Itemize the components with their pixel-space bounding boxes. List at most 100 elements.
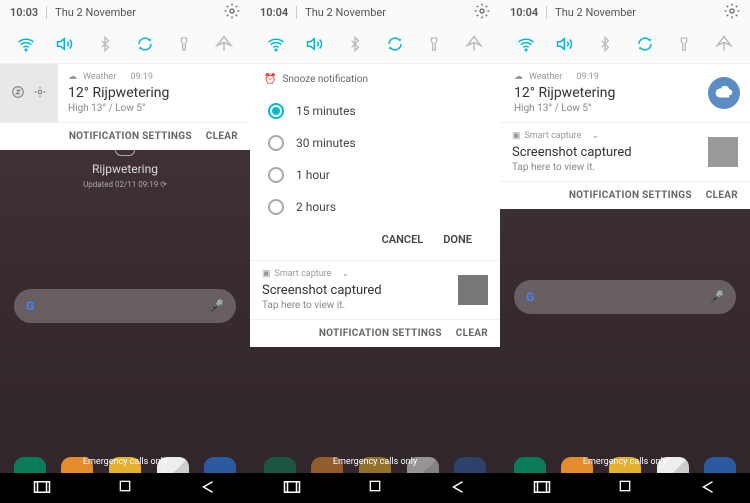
quick-settings xyxy=(500,24,750,64)
status-bar: 10:04 Thu 2 November xyxy=(500,0,750,24)
cloud-icon: ☁ xyxy=(514,72,523,82)
clock: 10:03 xyxy=(10,6,38,19)
notification-shade: 10:04 Thu 2 November ⏰Snooze notificatio… xyxy=(250,0,500,347)
cloud-icon: ☁ xyxy=(68,72,77,82)
recents-button[interactable] xyxy=(33,479,51,498)
radio-icon xyxy=(268,167,284,183)
capture-icon: ▣ xyxy=(512,131,521,141)
notification-shade: 10:04 Thu 2 November ☁Weather 09:19 12° … xyxy=(500,0,750,209)
notification-side-actions xyxy=(0,64,58,122)
capture-icon: ▣ xyxy=(262,269,271,279)
snooze-option-30[interactable]: 30 minutes xyxy=(264,127,486,159)
bluetooth-icon[interactable] xyxy=(344,33,366,55)
clock: 10:04 xyxy=(510,6,538,19)
wifi-icon[interactable] xyxy=(515,33,537,55)
sound-icon[interactable] xyxy=(304,33,326,55)
emergency-text: Emergency calls only xyxy=(0,457,250,467)
home-button[interactable] xyxy=(367,478,383,498)
notification-settings-button[interactable]: NOTIFICATION SETTINGS xyxy=(319,328,442,339)
recents-button[interactable] xyxy=(283,479,301,498)
done-button[interactable]: DONE xyxy=(443,233,472,246)
nav-bar xyxy=(0,473,250,503)
snooze-option-15[interactable]: 15 minutes xyxy=(264,95,486,127)
screenshot-notification[interactable]: ▣Smart capture ⌄ Screenshot captured Tap… xyxy=(250,260,500,319)
google-logo-icon: G xyxy=(26,299,34,313)
settings-icon[interactable] xyxy=(724,3,740,22)
bluetooth-icon[interactable] xyxy=(94,33,116,55)
back-button[interactable] xyxy=(199,479,217,498)
sound-icon[interactable] xyxy=(54,33,76,55)
auto-rotate-icon[interactable] xyxy=(384,33,406,55)
clock: 10:04 xyxy=(260,6,288,19)
alarm-icon: ⏰ xyxy=(264,74,276,85)
date: Thu 2 November xyxy=(296,6,474,19)
flashlight-icon[interactable] xyxy=(673,33,695,55)
status-bar: 10:04 Thu 2 November xyxy=(250,0,500,24)
home-button[interactable] xyxy=(117,478,133,498)
radio-icon xyxy=(268,135,284,151)
radio-icon xyxy=(268,199,284,215)
snooze-icon[interactable] xyxy=(11,84,25,103)
quick-settings xyxy=(250,24,500,64)
wifi-icon[interactable] xyxy=(15,33,37,55)
mic-icon[interactable]: 🎤 xyxy=(709,290,724,304)
weather-large-icon xyxy=(708,77,740,109)
home-screen: Rijpwetering Updated 02/11 09:19 ⟳ G 🎤 P… xyxy=(0,160,250,503)
notification-footer: NOTIFICATION SETTINGS CLEAR xyxy=(0,122,250,150)
snooze-option-1h[interactable]: 1 hour xyxy=(264,159,486,191)
clear-button[interactable]: CLEAR xyxy=(206,131,238,142)
auto-rotate-icon[interactable] xyxy=(634,33,656,55)
phone-screen-1: 10:03 Thu 2 November ☁Weather 09:19 12° … xyxy=(0,0,250,503)
clear-button[interactable]: CLEAR xyxy=(706,190,738,201)
notification-footer: NOTIFICATION SETTINGS CLEAR xyxy=(250,319,500,347)
clear-button[interactable]: CLEAR xyxy=(456,328,488,339)
home-button[interactable] xyxy=(617,478,633,498)
weather-notification[interactable]: ☁Weather 09:19 12° Rijpwetering High 13°… xyxy=(500,64,750,122)
weather-title: 12° Rijpwetering xyxy=(68,85,240,101)
settings-icon[interactable] xyxy=(474,3,490,22)
nav-bar xyxy=(500,473,750,503)
notification-settings-button[interactable]: NOTIFICATION SETTINGS xyxy=(569,190,692,201)
weather-notification[interactable]: ☁Weather 09:19 12° Rijpwetering High 13°… xyxy=(0,64,250,122)
chevron-down-icon[interactable]: ⌄ xyxy=(342,269,350,279)
back-button[interactable] xyxy=(449,479,467,498)
weather-content: ☁Weather 09:19 12° Rijpwetering High 13°… xyxy=(58,64,250,122)
screenshot-notification[interactable]: ▣Smart capture ⌄ Screenshot captured Tap… xyxy=(500,122,750,181)
bluetooth-icon[interactable] xyxy=(594,33,616,55)
airplane-icon[interactable] xyxy=(713,33,735,55)
snooze-option-2h[interactable]: 2 hours xyxy=(264,191,486,223)
airplane-icon[interactable] xyxy=(213,33,235,55)
google-search-bar[interactable]: G 🎤 xyxy=(14,289,236,323)
notification-footer: NOTIFICATION SETTINGS CLEAR xyxy=(500,181,750,209)
weather-subtitle: High 13° / Low 5° xyxy=(68,103,240,114)
cancel-button[interactable]: CANCEL xyxy=(382,233,424,246)
flashlight-icon[interactable] xyxy=(423,33,445,55)
phone-screen-2: G 🎤 Phone Messages Internet Play Store C… xyxy=(250,0,500,503)
nav-bar xyxy=(250,473,500,503)
phone-screen-3: 10:04 Thu 2 November ☁Weather 09:19 12° … xyxy=(500,0,750,503)
emergency-text: Emergency calls only xyxy=(250,457,500,467)
notification-shade: 10:03 Thu 2 November ☁Weather 09:19 12° … xyxy=(0,0,250,150)
chevron-down-icon[interactable]: ⌄ xyxy=(592,131,600,141)
quick-settings xyxy=(0,24,250,64)
screenshot-thumbnail[interactable] xyxy=(458,275,488,305)
settings-icon[interactable] xyxy=(224,3,240,22)
screenshot-thumbnail[interactable] xyxy=(708,137,738,167)
auto-rotate-icon[interactable] xyxy=(134,33,156,55)
recents-button[interactable] xyxy=(533,479,551,498)
back-button[interactable] xyxy=(699,479,717,498)
wifi-icon[interactable] xyxy=(265,33,287,55)
date: Thu 2 November xyxy=(546,6,724,19)
radio-icon xyxy=(268,103,284,119)
notification-settings-button[interactable]: NOTIFICATION SETTINGS xyxy=(69,131,192,142)
emergency-text: Emergency calls only xyxy=(500,457,750,467)
mic-icon[interactable]: 🎤 xyxy=(209,299,224,313)
status-bar: 10:03 Thu 2 November xyxy=(0,0,250,24)
date: Thu 2 November xyxy=(46,6,224,19)
sound-icon[interactable] xyxy=(554,33,576,55)
flashlight-icon[interactable] xyxy=(173,33,195,55)
snooze-dialog: ⏰Snooze notification 15 minutes 30 minut… xyxy=(250,64,500,260)
google-search-bar[interactable]: G 🎤 xyxy=(514,280,736,314)
airplane-icon[interactable] xyxy=(463,33,485,55)
notif-settings-icon[interactable] xyxy=(33,84,47,103)
